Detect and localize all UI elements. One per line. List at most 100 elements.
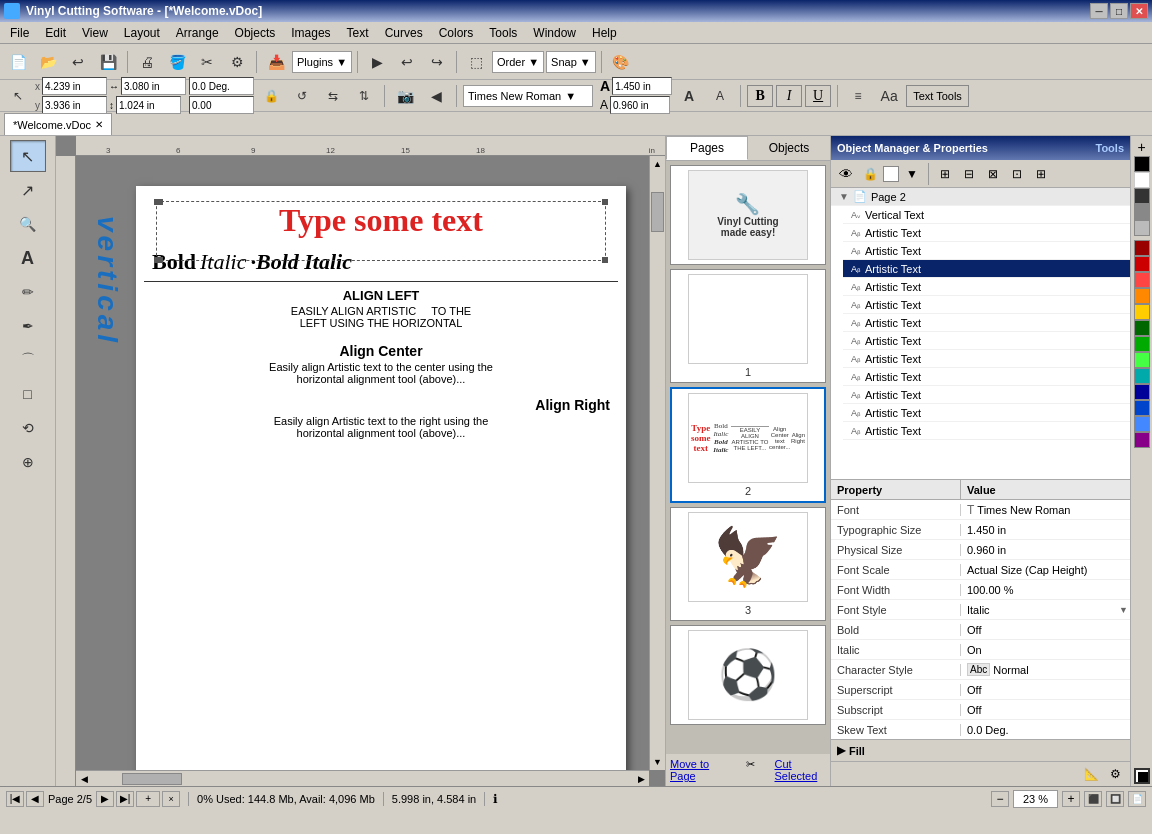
color-red[interactable]	[1134, 256, 1150, 272]
lock-button[interactable]: 🔒	[859, 164, 881, 184]
paint-bucket-button[interactable]: 🪣	[163, 49, 191, 75]
tree-item-artistic-7[interactable]: Aᵦ Artistic Text	[843, 332, 1130, 350]
shape-tool-button[interactable]: □	[10, 378, 46, 410]
menu-item-help[interactable]: Help	[584, 24, 625, 42]
color-yellow[interactable]	[1134, 304, 1150, 320]
undo-button[interactable]: ↩	[393, 49, 421, 75]
save-button[interactable]: 💾	[94, 49, 122, 75]
tree-item-artistic-11[interactable]: Aᵦ Artistic Text	[843, 404, 1130, 422]
menu-item-file[interactable]: File	[2, 24, 37, 42]
align-right-sub[interactable]: Easily align Artistic text to the right …	[136, 415, 626, 445]
cut-selected-button[interactable]: Cut Selected	[775, 758, 827, 782]
add-page-button[interactable]: +	[136, 791, 160, 807]
page-next-button[interactable]: ▶	[96, 791, 114, 807]
tree-item-artistic-5[interactable]: Aᵦ Artistic Text	[843, 296, 1130, 314]
align-right-title[interactable]: Align Right	[136, 393, 626, 415]
move-to-page-button[interactable]: Move to Page	[670, 758, 726, 782]
scroll-track-v[interactable]	[650, 192, 665, 232]
grid-4-button[interactable]: ⊡	[1006, 164, 1028, 184]
print-button[interactable]: 🖨	[133, 49, 161, 75]
scroll-track-h[interactable]	[92, 771, 633, 786]
text-tools-button[interactable]: Text Tools	[906, 85, 969, 107]
text-tool-button[interactable]: A	[10, 242, 46, 274]
tree-item-artistic-4[interactable]: Aᵦ Artistic Text	[843, 278, 1130, 296]
new-button[interactable]: 📄	[4, 49, 32, 75]
minimize-button[interactable]: ─	[1090, 3, 1108, 19]
select-all-button[interactable]: ⬚	[462, 49, 490, 75]
grid-1-button[interactable]: ⊞	[934, 164, 956, 184]
font-size1-input[interactable]	[612, 77, 672, 95]
prev-button[interactable]: ◀	[422, 83, 450, 109]
prop-row-superscript[interactable]: Superscript Off	[831, 680, 1130, 700]
color-blue-light[interactable]	[1134, 416, 1150, 432]
page-thumbnail-1[interactable]: 1	[670, 269, 826, 383]
underline-button[interactable]: U	[805, 85, 831, 107]
lock-ratio-button[interactable]: 🔒	[257, 83, 285, 109]
color-blue[interactable]	[1134, 400, 1150, 416]
angle-input[interactable]	[189, 77, 254, 95]
italic-button[interactable]: I	[776, 85, 802, 107]
scroll-down-button[interactable]: ▼	[650, 754, 665, 770]
tree-item-vertical-text[interactable]: Aᵥ Vertical Text	[843, 206, 1130, 224]
menu-item-images[interactable]: Images	[283, 24, 338, 42]
tree-page2[interactable]: ▼ 📄 Page 2	[831, 188, 1130, 206]
scroll-thumb-v[interactable]	[651, 192, 664, 232]
cut-button[interactable]: ✂	[193, 49, 221, 75]
page-last-button[interactable]: ▶|	[116, 791, 134, 807]
play-button[interactable]: ▶	[363, 49, 391, 75]
page-first-button[interactable]: |◀	[6, 791, 24, 807]
pen-tool-button[interactable]: ✒	[10, 310, 46, 342]
spacing-button[interactable]: Aa	[875, 83, 903, 109]
menu-item-text[interactable]: Text	[339, 24, 377, 42]
prop-row-italic[interactable]: Italic On	[831, 640, 1130, 660]
horizontal-scrollbar[interactable]: ◀ ▶	[76, 770, 649, 786]
zoom-out-button[interactable]: −	[991, 791, 1009, 807]
select-tool-button[interactable]: ↖	[10, 140, 46, 172]
align-left-sub[interactable]: EASILY ALIGN ARTISTIC TO THELEFT USING T…	[136, 305, 626, 335]
scroll-left-button[interactable]: ◀	[76, 771, 92, 787]
plugins-dropdown[interactable]: Plugins ▼	[292, 51, 352, 73]
camera-button[interactable]: 📷	[391, 83, 419, 109]
bezier-tool-button[interactable]: ⌒	[10, 344, 46, 376]
flip-v-button[interactable]: ⇅	[350, 83, 378, 109]
snap-dropdown[interactable]: Snap ▼	[546, 51, 596, 73]
page-thumbnail-0[interactable]: 🔧 Vinyl Cuttingmade easy!	[670, 165, 826, 265]
document-tab[interactable]: *Welcome.vDoc ✕	[4, 113, 112, 135]
undo-history-button[interactable]: ↩	[64, 49, 92, 75]
grid-3-button[interactable]: ⊠	[982, 164, 1004, 184]
color-green[interactable]	[1134, 336, 1150, 352]
color-button[interactable]: 🎨	[607, 49, 635, 75]
menu-item-objects[interactable]: Objects	[227, 24, 284, 42]
page-thumbnail-3[interactable]: 🦅 3	[670, 507, 826, 621]
prop-row-font-width[interactable]: Font Width 100.00 %	[831, 580, 1130, 600]
fill-section[interactable]: ▶ Fill	[831, 739, 1130, 761]
tab-objects[interactable]: Objects	[748, 136, 830, 160]
color-red-light[interactable]	[1134, 272, 1150, 288]
color-green-dark[interactable]	[1134, 320, 1150, 336]
vinyl-cut-button[interactable]: ⚙	[223, 49, 251, 75]
align-left-title[interactable]: ALIGN LEFT	[136, 282, 626, 305]
tool-arrow-sm[interactable]: ↖	[4, 83, 32, 109]
close-button[interactable]: ✕	[1130, 3, 1148, 19]
tree-item-artistic-9[interactable]: Aᵦ Artistic Text	[843, 368, 1130, 386]
prop-row-font-scale[interactable]: Font Scale Actual Size (Cap Height)	[831, 560, 1130, 580]
y-input[interactable]	[42, 96, 107, 114]
menu-item-view[interactable]: View	[74, 24, 116, 42]
vertical-text[interactable]: vertical	[91, 216, 123, 346]
bold-italic-line[interactable]: Bold Italic ·Bold Italic	[144, 243, 618, 282]
eye-button[interactable]: 👁	[835, 164, 857, 184]
prop-row-bold[interactable]: Bold Off	[831, 620, 1130, 640]
bottom-btn-2[interactable]: ⚙	[1104, 764, 1126, 784]
color-purple[interactable]	[1134, 432, 1150, 448]
align-center-sub[interactable]: Easily align Artistic text to the center…	[136, 361, 626, 393]
zoom-100-button[interactable]: 🔲	[1106, 791, 1124, 807]
prop-row-font-style[interactable]: Font Style Italic ▼	[831, 600, 1130, 620]
tree-item-artistic-12[interactable]: Aᵦ Artistic Text	[843, 422, 1130, 440]
prop-value-font-style[interactable]: Italic ▼	[961, 604, 1130, 616]
scroll-thumb-h[interactable]	[122, 773, 182, 785]
flip-h-button[interactable]: ⇆	[319, 83, 347, 109]
node-tool-button[interactable]: ↗	[10, 174, 46, 206]
font-size2-input[interactable]	[610, 96, 670, 114]
grid-2-button[interactable]: ⊟	[958, 164, 980, 184]
open-button[interactable]: 📂	[34, 49, 62, 75]
